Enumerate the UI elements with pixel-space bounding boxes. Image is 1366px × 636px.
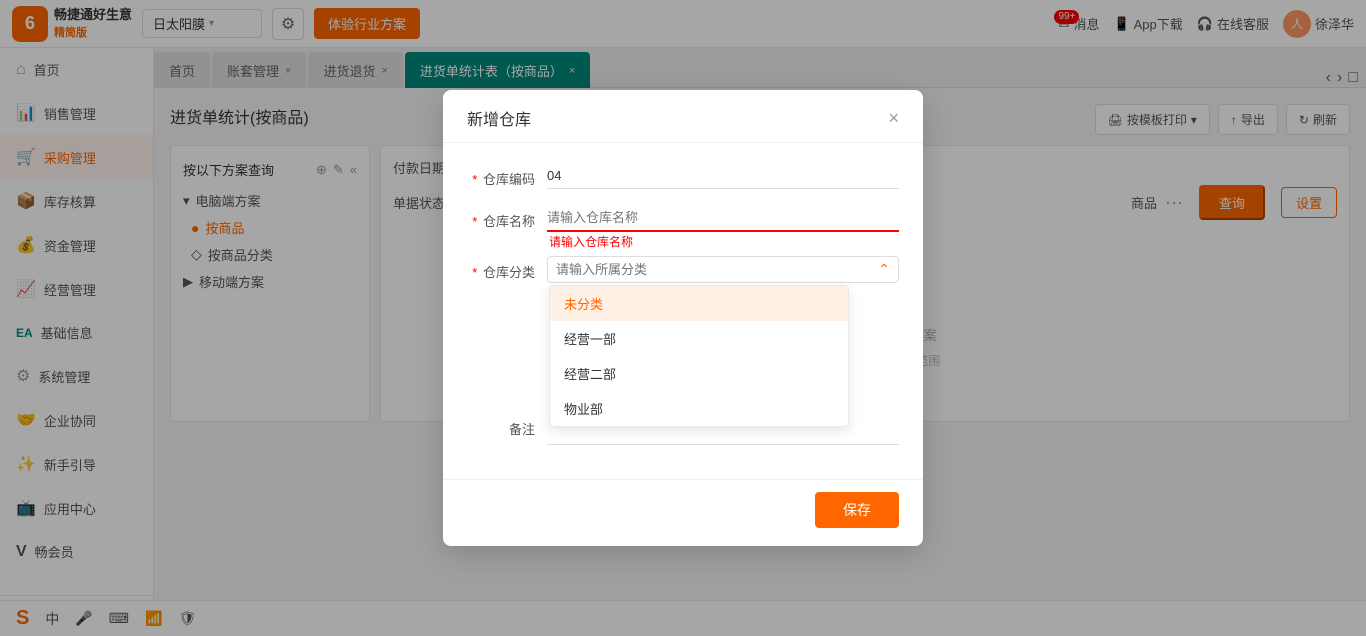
dropdown-item-uncategorized[interactable]: 未分类 (550, 286, 848, 321)
classify-input-wrap: ⌃ (547, 256, 899, 283)
name-error-msg: 请输入仓库名称 (549, 233, 633, 250)
classify-input[interactable] (556, 262, 878, 277)
dropdown-item-dept1[interactable]: 经营一部 (550, 321, 848, 356)
modal-title: 新增仓库 (467, 106, 531, 130)
save-button[interactable]: 保存 (815, 492, 899, 528)
modal-footer: 保存 (443, 479, 923, 546)
form-row-classify: * 仓库分类 ⌃ 未分类 经营一部 经营二部 (467, 256, 899, 283)
modal-close-button[interactable]: × (888, 108, 899, 129)
classify-required-star: * (472, 265, 477, 280)
remark-label: 备注 (467, 413, 535, 438)
modal-body: * 仓库编码 * 仓库名称 请输入仓库名称 * 仓库分类 (443, 143, 923, 471)
dropdown-item-property[interactable]: 物业部 (550, 391, 848, 426)
classify-label: * 仓库分类 (467, 256, 535, 281)
name-label: * 仓库名称 (467, 205, 535, 230)
code-required-star: * (472, 172, 477, 187)
code-label: * 仓库编码 (467, 163, 535, 188)
form-row-code: * 仓库编码 (467, 163, 899, 189)
name-input[interactable] (547, 205, 899, 232)
code-input[interactable] (547, 163, 899, 189)
add-warehouse-modal: 新增仓库 × * 仓库编码 * 仓库名称 请输入仓库名称 (443, 90, 923, 546)
classify-chevron-icon[interactable]: ⌃ (878, 261, 890, 278)
modal-header: 新增仓库 × (443, 90, 923, 143)
dropdown-item-dept2[interactable]: 经营二部 (550, 356, 848, 391)
classify-dropdown: 未分类 经营一部 经营二部 物业部 (549, 285, 849, 427)
form-row-name: * 仓库名称 请输入仓库名称 (467, 205, 899, 232)
modal-overlay: 新增仓库 × * 仓库编码 * 仓库名称 请输入仓库名称 (0, 0, 1366, 636)
name-required-star: * (472, 214, 477, 229)
